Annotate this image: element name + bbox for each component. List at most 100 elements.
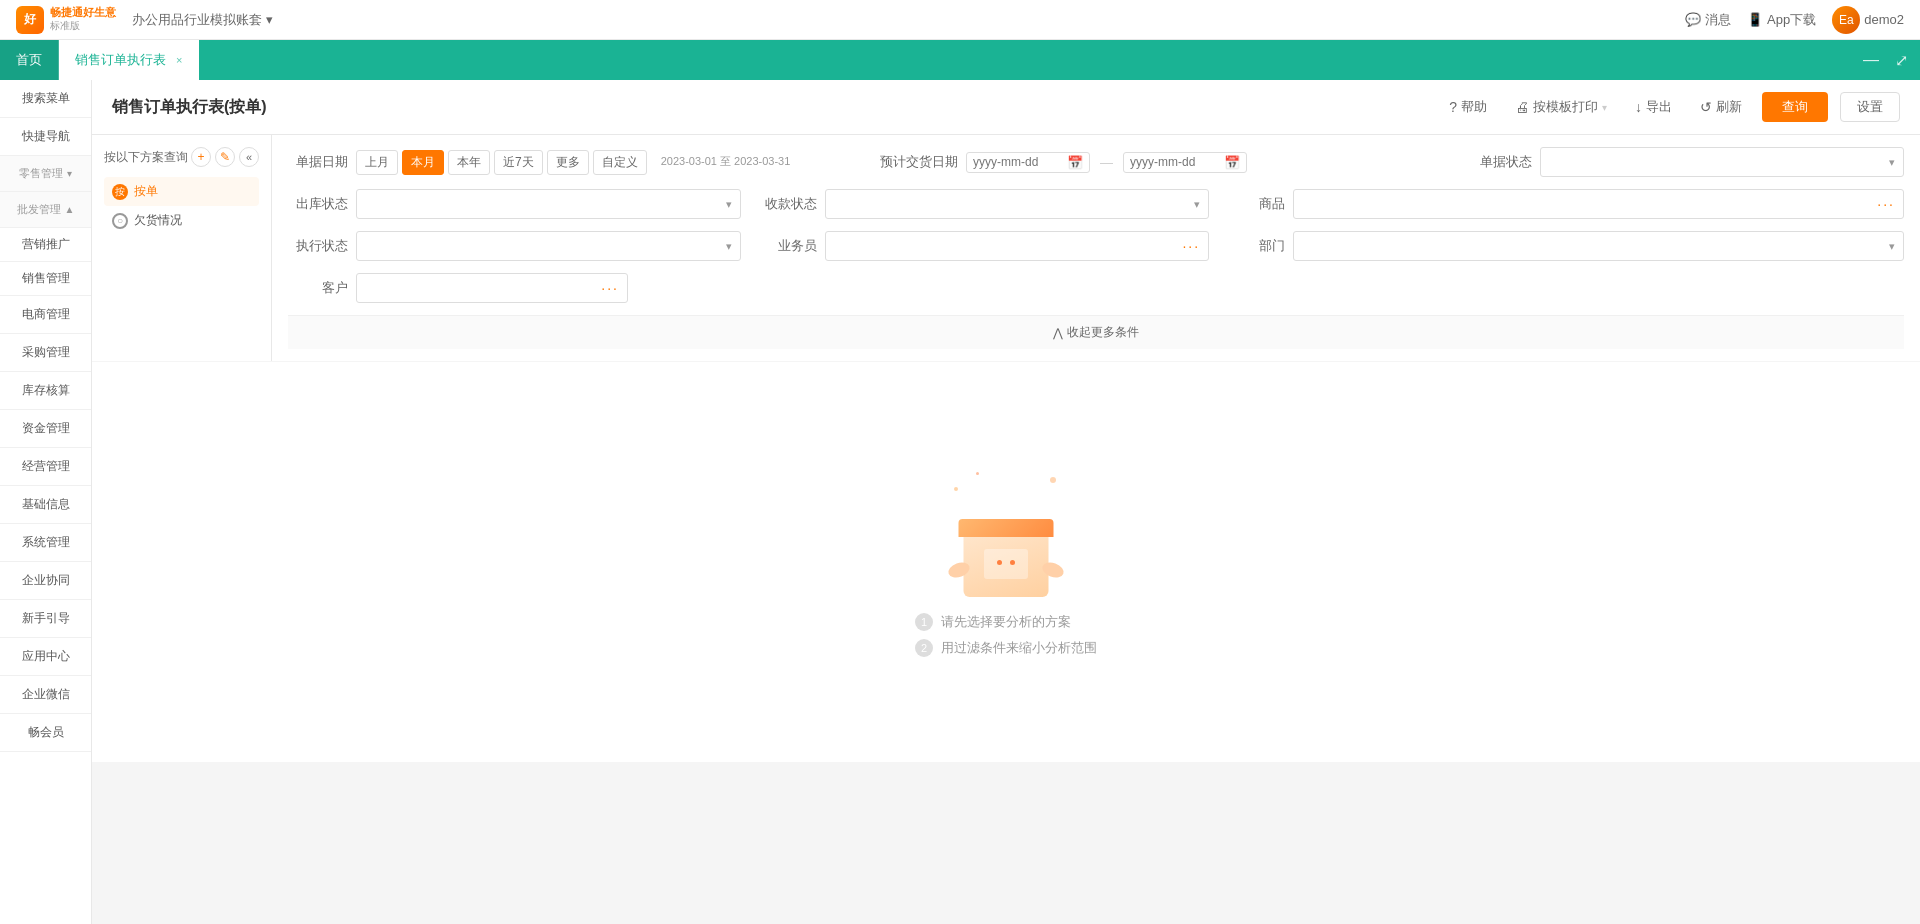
export-btn[interactable]: ↓ 导出 [1627, 94, 1680, 120]
enterprise-wechat-label: 企业微信 [22, 687, 70, 701]
scheme-edit-btn[interactable]: ✎ [215, 147, 235, 167]
product-label: 商品 [1225, 195, 1285, 213]
date-filter-group: 单据日期 上月 本月 本年 近7天 更多 自定义 2023-03-01 至 20… [288, 150, 864, 175]
salesperson-dots[interactable]: ··· [1182, 238, 1200, 254]
dept-label: 部门 [1225, 237, 1285, 255]
expected-date-end-input[interactable] [1130, 155, 1220, 169]
collapse-bar[interactable]: ⋀ 收起更多条件 [288, 315, 1904, 349]
customer-select[interactable]: ··· [356, 273, 628, 303]
header-left: 好 畅捷通好生意 标准版 办公用品行业模拟账套 ▾ [16, 6, 281, 34]
scheme-item-按单[interactable]: 按 按单 [104, 177, 259, 206]
help-icon: ? [1449, 99, 1457, 115]
date-7days-btn[interactable]: 近7天 [494, 150, 543, 175]
product-dots[interactable]: ··· [1877, 196, 1895, 212]
sidebar-marketing[interactable]: 营销推广 [0, 228, 91, 262]
receipt-status-group: 收款状态 ▾ [757, 189, 1210, 219]
doc-status-label: 单据状态 [1472, 153, 1532, 171]
refresh-btn[interactable]: ↺ 刷新 [1692, 94, 1750, 120]
date-custom-btn[interactable]: 自定义 [593, 150, 647, 175]
message-action[interactable]: 💬 消息 [1685, 11, 1731, 29]
sidebar-search-menu[interactable]: 搜索菜单 [0, 80, 91, 118]
stock-status-select[interactable]: ▾ [356, 189, 741, 219]
sidebar-sales-mgmt[interactable]: 销售管理 [0, 262, 91, 296]
print-label: 按模板打印 [1533, 98, 1598, 116]
sidebar-inventory[interactable]: 库存核算 [0, 372, 91, 410]
sidebar-new-user[interactable]: 新手引导 [0, 600, 91, 638]
sidebar-basic-info[interactable]: 基础信息 [0, 486, 91, 524]
message-icon: 💬 [1685, 12, 1701, 27]
top-header: 好 畅捷通好生意 标准版 办公用品行业模拟账套 ▾ 💬 消息 📱 App下载 E… [0, 0, 1920, 40]
hint1-text: 请先选择要分析的方案 [941, 613, 1071, 631]
export-label: 导出 [1646, 98, 1672, 116]
collapse-icon: ⋀ [1053, 326, 1063, 340]
box-eye-left [997, 560, 1002, 565]
salesperson-select[interactable]: ··· [825, 231, 1210, 261]
logo-icon: 好 [16, 6, 44, 34]
customer-label: 客户 [288, 279, 348, 297]
avatar-text: Ea [1839, 13, 1854, 27]
content-area: 销售订单执行表(按单) ? 帮助 🖨 按模板打印 ▾ ↓ 导出 ↺ 刷新 [92, 80, 1920, 924]
tab-expand-btn[interactable]: ⤢ [1891, 47, 1912, 74]
avatar: Ea [1832, 6, 1860, 34]
doc-status-select[interactable]: ▾ [1540, 147, 1904, 177]
particle3 [976, 472, 979, 475]
app-download-action[interactable]: 📱 App下载 [1747, 11, 1816, 29]
sidebar-retail-mgmt[interactable]: 零售管理 ▾ [0, 156, 91, 192]
user-action[interactable]: Ea demo2 [1832, 6, 1904, 34]
date-current-month-btn[interactable]: 本月 [402, 150, 444, 175]
expected-date-start-input[interactable] [973, 155, 1063, 169]
quick-nav-label: 快捷导航 [22, 129, 70, 143]
tab-close-icon[interactable]: × [176, 54, 182, 66]
sidebar-ecommerce[interactable]: 电商管理 [0, 296, 91, 334]
print-arrow: ▾ [1602, 102, 1607, 113]
tab-sales-order[interactable]: 销售订单执行表 × [59, 40, 199, 80]
nav-selector[interactable]: 办公用品行业模拟账套 ▾ [124, 7, 281, 33]
enterprise-label: 企业协同 [22, 573, 70, 587]
receipt-status-select[interactable]: ▾ [825, 189, 1210, 219]
page-header: 销售订单执行表(按单) ? 帮助 🖨 按模板打印 ▾ ↓ 导出 ↺ 刷新 [92, 80, 1920, 135]
inventory-label: 库存核算 [22, 383, 70, 397]
tab-minimize-btn[interactable]: — [1859, 47, 1883, 73]
sidebar-system[interactable]: 系统管理 [0, 524, 91, 562]
sidebar-app-center[interactable]: 应用中心 [0, 638, 91, 676]
calendar-end-icon[interactable]: 📅 [1224, 155, 1240, 170]
stock-status-label: 出库状态 [288, 195, 348, 213]
header-right: 💬 消息 📱 App下载 Ea demo2 [1685, 6, 1904, 34]
scheme-icon-按单: 按 [112, 184, 128, 200]
scheme-add-btn[interactable]: + [191, 147, 211, 167]
scheme-item-欠货情况[interactable]: ○ 欠货情况 [104, 206, 259, 235]
help-btn[interactable]: ? 帮助 [1441, 94, 1495, 120]
print-btn[interactable]: 🖨 按模板打印 ▾ [1507, 94, 1615, 120]
schemes-label: 按以下方案查询 [104, 149, 188, 166]
sidebar-purchase[interactable]: 采购管理 [0, 334, 91, 372]
sidebar-ops[interactable]: 经营管理 [0, 448, 91, 486]
date-prev-month-btn[interactable]: 上月 [356, 150, 398, 175]
exec-status-select[interactable]: ▾ [356, 231, 741, 261]
sidebar: 搜索菜单 快捷导航 零售管理 ▾ 批发管理 ▲ 营销推广 销售管理 电商管理 采… [0, 80, 92, 924]
tab-home[interactable]: 首页 [0, 40, 59, 80]
filter-form: 单据日期 上月 本月 本年 近7天 更多 自定义 2023-03-01 至 20… [272, 135, 1920, 361]
date-this-year-btn[interactable]: 本年 [448, 150, 490, 175]
sidebar-enterprise-wechat[interactable]: 企业微信 [0, 676, 91, 714]
filter-panel: 按以下方案查询 + ✎ « 按 按单 ○ 欠货情况 [92, 135, 1920, 361]
stock-status-group: 出库状态 ▾ [288, 189, 741, 219]
date-more-btn[interactable]: 更多 [547, 150, 589, 175]
logo-text: 畅捷通好生意 [50, 6, 116, 19]
sidebar-wholesale-mgmt[interactable]: 批发管理 ▲ [0, 192, 91, 228]
expected-date-start: 📅 [966, 152, 1090, 173]
empty-text: 1 请先选择要分析的方案 2 用过滤条件来缩小分析范围 [915, 613, 1097, 657]
stock-status-arrow: ▾ [726, 198, 732, 211]
sidebar-member[interactable]: 畅会员 [0, 714, 91, 752]
calendar-start-icon[interactable]: 📅 [1067, 155, 1083, 170]
dept-arrow: ▾ [1889, 240, 1895, 253]
sidebar-enterprise[interactable]: 企业协同 [0, 562, 91, 600]
scheme-collapse-btn[interactable]: « [239, 147, 259, 167]
query-button[interactable]: 查询 [1762, 92, 1828, 122]
product-select[interactable]: ··· [1293, 189, 1904, 219]
customer-dots[interactable]: ··· [601, 280, 619, 296]
sidebar-quick-nav[interactable]: 快捷导航 [0, 118, 91, 156]
date-buttons: 上月 本月 本年 近7天 更多 自定义 [356, 150, 647, 175]
sidebar-finance[interactable]: 资金管理 [0, 410, 91, 448]
dept-select[interactable]: ▾ [1293, 231, 1904, 261]
settings-button[interactable]: 设置 [1840, 92, 1900, 122]
